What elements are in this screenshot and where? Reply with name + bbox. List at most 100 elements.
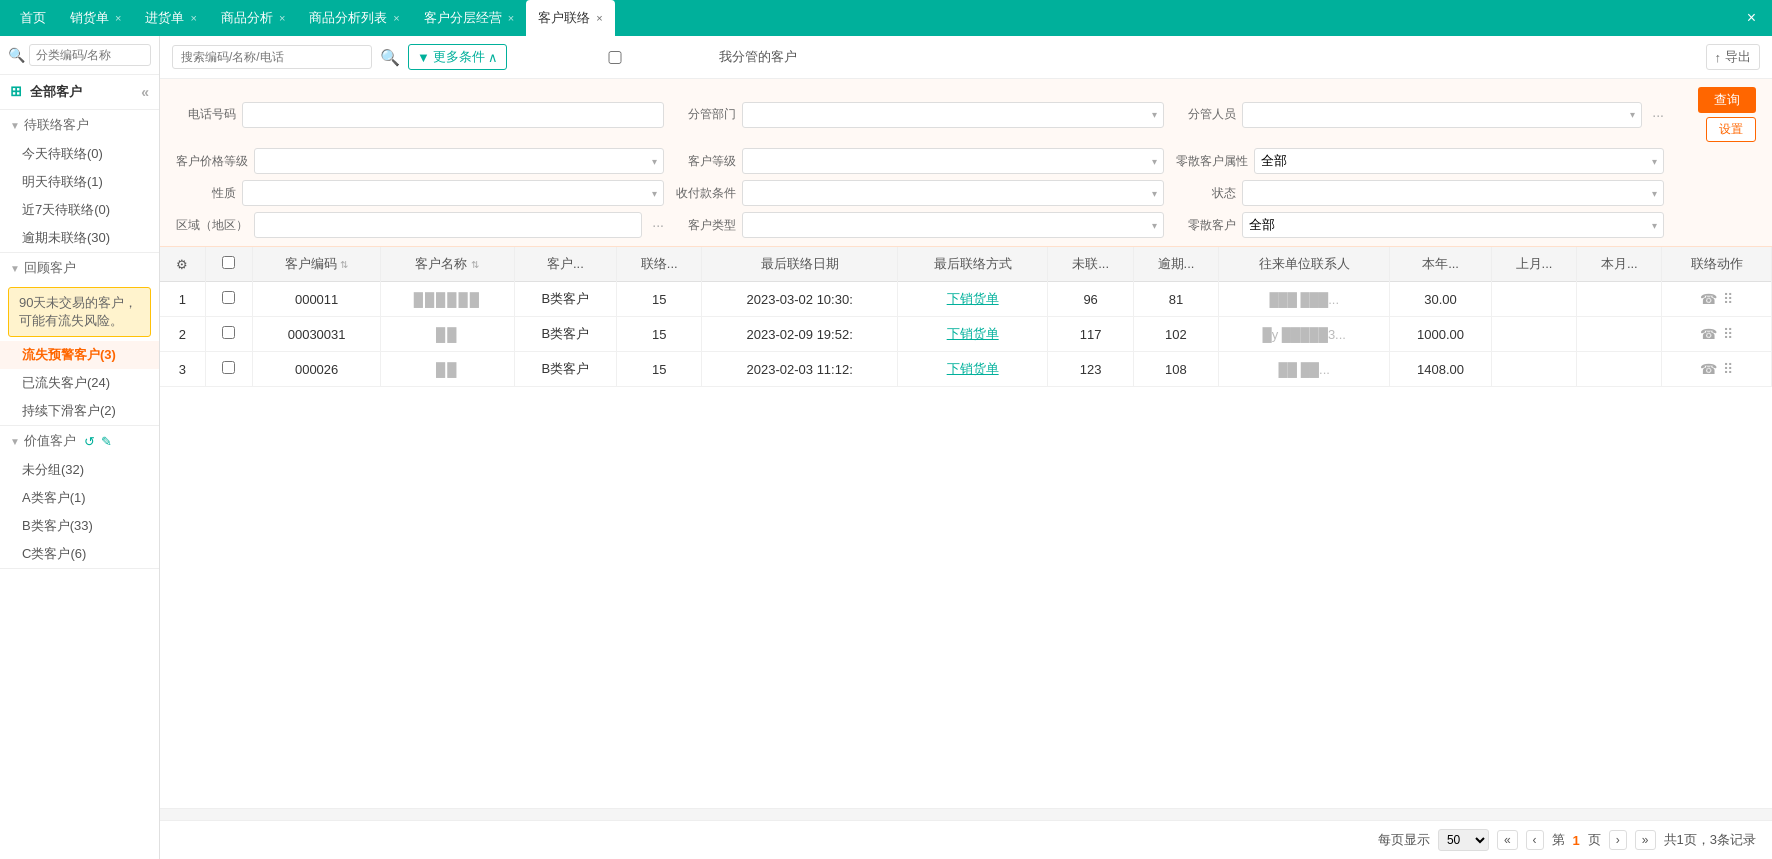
query-button[interactable]: 查询 <box>1698 87 1756 113</box>
row-checkbox[interactable] <box>222 291 235 304</box>
sort-icon[interactable]: ⇅ <box>340 259 348 270</box>
sidebar-group-value-title[interactable]: ▼ 价值客户 ↺ ✎ <box>0 426 159 456</box>
tab-analysis-list[interactable]: 商品分析列表 × <box>297 0 411 36</box>
cust-type-label: 客户类型 <box>676 217 736 234</box>
chevron-down-icon: ▾ <box>1652 220 1657 231</box>
cell-no-contact: 123 <box>1048 352 1133 387</box>
tab-purchase[interactable]: 进货单 × <box>133 0 208 36</box>
retail-attr-select[interactable]: 全部 ▾ <box>1254 148 1664 174</box>
next-page-button[interactable]: › <box>1609 830 1627 850</box>
close-all-button[interactable]: × <box>1739 9 1764 27</box>
close-icon[interactable]: × <box>508 12 514 24</box>
contact-icon[interactable]: ☎ <box>1700 361 1717 377</box>
tab-sales[interactable]: 销货单 × <box>58 0 133 36</box>
export-button[interactable]: ↑ 导出 <box>1706 44 1761 70</box>
nature-select[interactable]: ▾ <box>242 180 664 206</box>
settings-button[interactable]: 设置 <box>1706 117 1756 142</box>
contact-icon[interactable]: ☎ <box>1700 326 1717 342</box>
search-input[interactable] <box>172 45 372 69</box>
sidebar-group-review-title[interactable]: ▼ 回顾客户 <box>0 253 159 283</box>
filter-field-retail-cust: 零散客户 全部 ▾ <box>1176 212 1664 238</box>
first-page-button[interactable]: « <box>1497 830 1518 850</box>
close-icon[interactable]: × <box>393 12 399 24</box>
sidebar-item-7days[interactable]: 近7天待联络(0) <box>0 196 159 224</box>
col-settings[interactable]: ⚙ <box>160 247 205 282</box>
sidebar-item-class-b[interactable]: B类客户(33) <box>0 512 159 540</box>
cust-level-select[interactable]: ▾ <box>742 148 1164 174</box>
price-tier-select[interactable]: ▾ <box>254 148 664 174</box>
more-actions-icon[interactable]: ⠿ <box>1723 326 1733 342</box>
row-checkbox[interactable] <box>222 326 235 339</box>
chevron-down-icon: ▾ <box>652 188 657 199</box>
close-icon[interactable]: × <box>279 12 285 24</box>
manager-select[interactable]: ▾ <box>1242 102 1642 128</box>
payment-select[interactable]: ▾ <box>742 180 1164 206</box>
status-select[interactable]: ▾ <box>1242 180 1664 206</box>
close-icon[interactable]: × <box>115 12 121 24</box>
total-records: 共1页，3条记录 <box>1664 831 1756 849</box>
content-area: 🔍 ▼ 更多条件 ∧ 我分管的客户 ↑ 导出 电话号码 <box>160 36 1772 859</box>
my-customers-checkbox[interactable] <box>515 51 715 64</box>
sidebar-item-class-c[interactable]: C类客户(6) <box>0 540 159 568</box>
filter-field-cust-level: 客户等级 ▾ <box>676 148 1164 174</box>
cust-type-select[interactable]: ▾ <box>742 212 1164 238</box>
select-all-checkbox[interactable] <box>222 256 235 269</box>
edit-icon[interactable]: ✎ <box>101 434 112 449</box>
cell-last-method[interactable]: 下销货单 <box>897 352 1048 387</box>
cell-last-date: 2023-02-09 19:52: <box>702 317 897 352</box>
cell-last-method[interactable]: 下销货单 <box>897 282 1048 317</box>
cell-last-method[interactable]: 下销货单 <box>897 317 1048 352</box>
collapse-icon[interactable]: « <box>141 84 149 100</box>
sidebar-group-review: ▼ 回顾客户 90天未交易的客户，可能有流失风险。 流失预警客户(3) 已流失客… <box>0 253 159 426</box>
dots-icon[interactable]: ··· <box>652 217 664 233</box>
tab-customer-contact[interactable]: 客户联络 × <box>526 0 614 36</box>
horizontal-scrollbar[interactable] <box>160 808 1772 820</box>
all-customers-header[interactable]: ⊞ 全部客户 « <box>0 75 159 110</box>
sidebar-item-overdue[interactable]: 逾期未联络(30) <box>0 224 159 252</box>
col-checkbox[interactable] <box>205 247 253 282</box>
dept-select[interactable]: ▾ <box>742 102 1164 128</box>
sidebar-group-pending-title[interactable]: ▼ 待联络客户 <box>0 110 159 140</box>
retail-cust-label: 零散客户 <box>1176 217 1236 234</box>
sidebar-item-churned[interactable]: 已流失客户(24) <box>0 369 159 397</box>
adv-filter-row-3: 性质 ▾ 收付款条件 ▾ 状态 <box>176 180 1756 206</box>
region-input[interactable] <box>254 212 642 238</box>
more-actions-icon[interactable]: ⠿ <box>1723 291 1733 307</box>
sidebar-item-declining[interactable]: 持续下滑客户(2) <box>0 397 159 425</box>
advanced-filter-panel: 电话号码 分管部门 ▾ 分管人员 ▾ ··· <box>160 79 1772 247</box>
sort-icon[interactable]: ⇅ <box>471 259 479 270</box>
row-checkbox[interactable] <box>222 361 235 374</box>
cell-type: B类客户 <box>514 317 617 352</box>
phone-input[interactable] <box>242 102 664 128</box>
cell-actions: ☎ ⠿ <box>1662 282 1772 317</box>
close-icon[interactable]: × <box>190 12 196 24</box>
sidebar-item-tomorrow[interactable]: 明天待联络(1) <box>0 168 159 196</box>
tab-customer-tier[interactable]: 客户分层经营 × <box>412 0 526 36</box>
sidebar-item-today[interactable]: 今天待联络(0) <box>0 140 159 168</box>
sidebar-item-class-a[interactable]: A类客户(1) <box>0 484 159 512</box>
cell-checkbox[interactable] <box>205 352 253 387</box>
sidebar-group-pending: ▼ 待联络客户 今天待联络(0) 明天待联络(1) 近7天待联络(0) 逾期未联… <box>0 110 159 253</box>
tab-analysis[interactable]: 商品分析 × <box>209 0 297 36</box>
my-customers-checkbox-label[interactable]: 我分管的客户 <box>515 48 797 66</box>
refresh-icon[interactable]: ↺ <box>84 434 95 449</box>
dots-icon[interactable]: ··· <box>1652 107 1664 123</box>
close-icon[interactable]: × <box>596 12 602 24</box>
cell-this-year: 1000.00 <box>1390 317 1491 352</box>
cell-checkbox[interactable] <box>205 317 253 352</box>
sidebar-item-ungroup[interactable]: 未分组(32) <box>0 456 159 484</box>
sidebar-item-churn-warning[interactable]: 流失预警客户(3) <box>0 341 159 369</box>
search-button[interactable]: 🔍 <box>380 48 400 67</box>
more-conditions-button[interactable]: ▼ 更多条件 ∧ <box>408 44 507 70</box>
per-page-select[interactable]: 50 100 200 <box>1438 829 1489 851</box>
retail-cust-select[interactable]: 全部 ▾ <box>1242 212 1664 238</box>
prev-page-button[interactable]: ‹ <box>1526 830 1544 850</box>
cell-checkbox[interactable] <box>205 282 253 317</box>
more-actions-icon[interactable]: ⠿ <box>1723 361 1733 377</box>
contact-icon[interactable]: ☎ <box>1700 291 1717 307</box>
tab-home[interactable]: 首页 <box>8 0 58 36</box>
last-page-button[interactable]: » <box>1635 830 1656 850</box>
cell-name: ██████ <box>381 282 515 317</box>
col-no-contact: 未联... <box>1048 247 1133 282</box>
sidebar-search-input[interactable] <box>29 44 151 66</box>
